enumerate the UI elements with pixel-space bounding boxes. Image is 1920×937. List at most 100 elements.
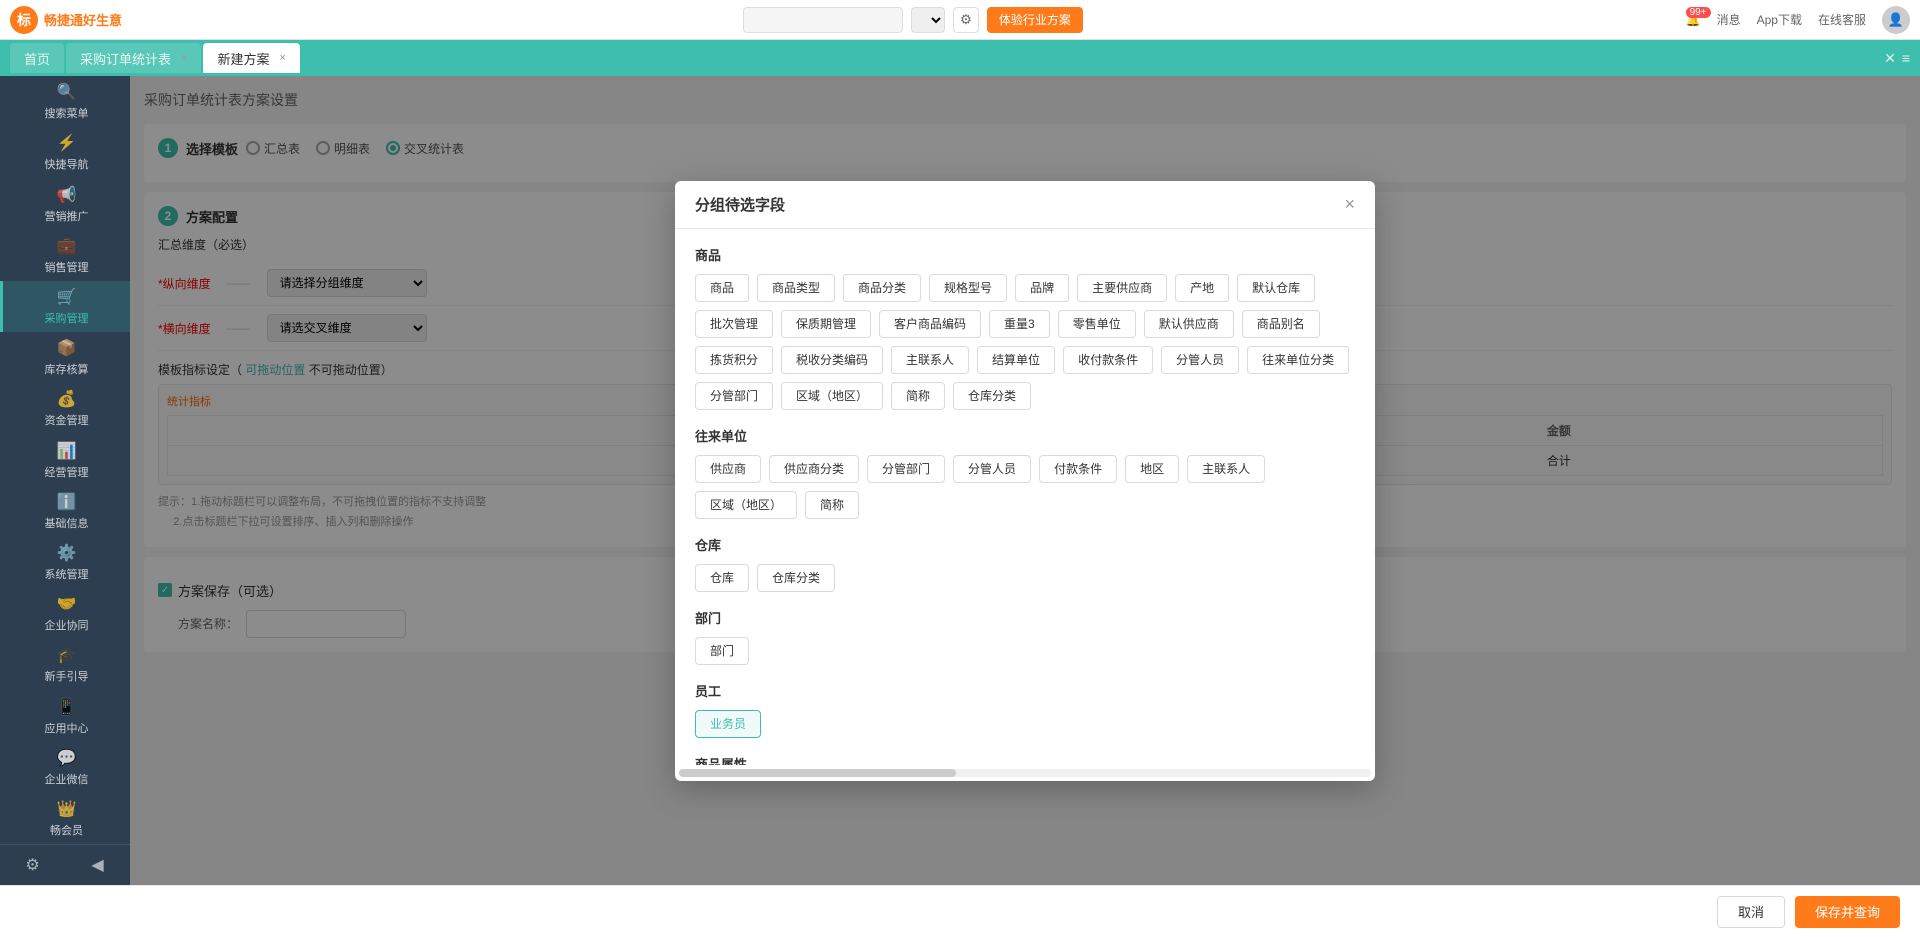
field-tag-supplier[interactable]: 供应商 [695,455,761,483]
notification-bell[interactable]: 🔔 99+ [1686,13,1701,27]
sidebar-collapse-btn[interactable]: ◀ [65,845,130,885]
field-tag-dept-manage[interactable]: 分管部门 [867,455,945,483]
tab-actions: ✕ ≡ [1884,50,1910,67]
sidebar-item-collab[interactable]: 🤝 企业协同 [0,588,130,639]
field-tag-goods-alias[interactable]: 商品别名 [1242,310,1320,338]
sidebar-item-finance[interactable]: 💰 资金管理 [0,383,130,434]
sales-icon: 💼 [57,236,77,256]
field-tag-warehouse-category[interactable]: 仓库分类 [953,382,1031,410]
save-query-button[interactable]: 保存并查询 [1795,896,1900,928]
section-dept-tags: 部门 [695,637,1355,665]
online-service[interactable]: 在线客服 [1818,11,1866,28]
sidebar-item-guide[interactable]: 🎓 新手引导 [0,639,130,690]
sidebar-bottom: ⚙ ◀ [0,844,130,885]
field-tag-default-warehouse[interactable]: 默认仓库 [1237,274,1315,302]
app-download[interactable]: App下载 [1757,11,1802,28]
content-area: 采购订单统计表方案设置 1 选择模板 汇总表 [130,76,1920,885]
field-tag-goods[interactable]: 商品 [695,274,749,302]
field-tag-dept[interactable]: 部门 [695,637,749,665]
sidebar-item-purchase[interactable]: 🛒 采购管理 [0,281,130,332]
field-tag-customer-code[interactable]: 客户商品编码 [879,310,981,338]
sidebar-item-search[interactable]: 🔍 搜索菜单 [0,76,130,127]
avatar[interactable]: 👤 [1882,6,1910,34]
field-tag-goods-type[interactable]: 商品类型 [757,274,835,302]
tab-new-scheme-close[interactable]: × [279,52,285,64]
field-tag-warehouse-cat[interactable]: 仓库分类 [757,564,835,592]
field-tag-main-contact[interactable]: 主联系人 [891,346,969,374]
tab-purchase-stats-close[interactable]: × [181,52,187,64]
search-icon: 🔍 [57,82,77,102]
field-tag-spec-model[interactable]: 规格型号 [929,274,1007,302]
logo-area: 标 畅捷通好生意 [10,6,140,34]
field-tag-tax-code[interactable]: 税收分类编码 [781,346,883,374]
tab-new-scheme[interactable]: 新建方案 × [203,43,299,73]
sidebar-settings-btn[interactable]: ⚙ [0,845,65,885]
sidebar-wechat-label: 企业微信 [45,771,89,787]
field-tag-settlement-unit[interactable]: 结算单位 [977,346,1055,374]
logo-icon: 标 [10,6,38,34]
experience-btn[interactable]: 体验行业方案 [987,7,1083,33]
section-dept: 部门 部门 [695,608,1355,665]
field-tag-expiry-mgmt[interactable]: 保质期管理 [781,310,871,338]
section-employee: 员工 业务员 [695,681,1355,738]
marketing-icon: 📢 [57,185,77,205]
field-tag-origin[interactable]: 产地 [1175,274,1229,302]
field-tag-main-contact-partner[interactable]: 主联系人 [1187,455,1265,483]
scrollbar-thumb [679,769,956,777]
field-tag-payment-cond[interactable]: 付款条件 [1039,455,1117,483]
sidebar-item-basic[interactable]: ℹ️ 基础信息 [0,486,130,537]
header-search-input[interactable] [743,7,903,33]
sidebar-item-wechat[interactable]: 💬 企业微信 [0,742,130,793]
sidebar-item-operations[interactable]: 📊 经营管理 [0,434,130,485]
field-tag-salesperson[interactable]: 业务员 [695,710,761,738]
field-tag-region-partner[interactable]: 地区 [1125,455,1179,483]
modal-h-scrollbar[interactable] [679,769,1371,777]
field-tag-region-goods[interactable]: 区域（地区） [781,382,883,410]
field-tag-batch-mgmt[interactable]: 批次管理 [695,310,773,338]
field-tag-dept-in-charge[interactable]: 分管部门 [695,382,773,410]
tab-home-label: 首页 [24,49,50,68]
modal-close-button[interactable]: × [1344,195,1355,213]
sidebar-search-label: 搜索菜单 [45,105,89,121]
header-center: ⚙ 体验行业方案 [743,7,1083,33]
sidebar-item-system[interactable]: ⚙️ 系统管理 [0,537,130,588]
section-warehouse-tags: 仓库 仓库分类 [695,564,1355,592]
field-tag-partner-category[interactable]: 往来单位分类 [1247,346,1349,374]
settings-button[interactable]: ⚙ [953,7,979,33]
system-icon: ⚙️ [57,543,77,563]
tab-home[interactable]: 首页 [10,43,64,73]
sidebar-item-apps[interactable]: 📱 应用中心 [0,690,130,741]
sidebar-system-label: 系统管理 [45,566,89,582]
tabs-menu[interactable]: ≡ [1902,50,1910,66]
field-tag-weight3[interactable]: 重量3 [989,310,1050,338]
field-tag-default-supplier[interactable]: 默认供应商 [1144,310,1234,338]
sidebar-item-inventory[interactable]: 📦 库存核算 [0,332,130,383]
field-tag-person-manage[interactable]: 分管人员 [953,455,1031,483]
main-layout: 🔍 搜索菜单 ⚡ 快捷导航 📢 营销推广 💼 销售管理 🛒 采购管理 📦 [0,76,1920,885]
field-tag-main-supplier[interactable]: 主要供应商 [1077,274,1167,302]
field-tag-short-name-goods[interactable]: 简称 [891,382,945,410]
header-select[interactable] [911,7,945,33]
guide-icon: 🎓 [57,645,77,665]
tab-purchase-stats[interactable]: 采购订单统计表 × [66,43,201,73]
field-tag-payment-terms[interactable]: 收付款条件 [1063,346,1153,374]
field-tag-supplier-category[interactable]: 供应商分类 [769,455,859,483]
field-tag-retail-unit[interactable]: 零售单位 [1058,310,1136,338]
close-all-tabs[interactable]: ✕ [1884,50,1896,67]
field-tag-goods-category[interactable]: 商品分类 [843,274,921,302]
field-tag-brand[interactable]: 品牌 [1015,274,1069,302]
field-tag-manager-person[interactable]: 分管人员 [1161,346,1239,374]
cancel-button[interactable]: 取消 [1717,896,1785,928]
sidebar-inventory-label: 库存核算 [45,361,89,377]
sidebar-item-marketing[interactable]: 📢 营销推广 [0,178,130,229]
inventory-icon: 📦 [57,338,77,358]
sidebar-marketing-label: 营销推广 [45,208,89,224]
purchase-icon: 🛒 [57,287,77,307]
field-tag-pick-score[interactable]: 拣货积分 [695,346,773,374]
sidebar-item-member[interactable]: 👑 畅会员 [0,793,130,844]
sidebar-item-quick-nav[interactable]: ⚡ 快捷导航 [0,127,130,178]
field-tag-region-area[interactable]: 区域（地区） [695,491,797,519]
field-tag-warehouse[interactable]: 仓库 [695,564,749,592]
sidebar-item-sales[interactable]: 💼 销售管理 [0,230,130,281]
field-tag-short-name-partner[interactable]: 简称 [805,491,859,519]
